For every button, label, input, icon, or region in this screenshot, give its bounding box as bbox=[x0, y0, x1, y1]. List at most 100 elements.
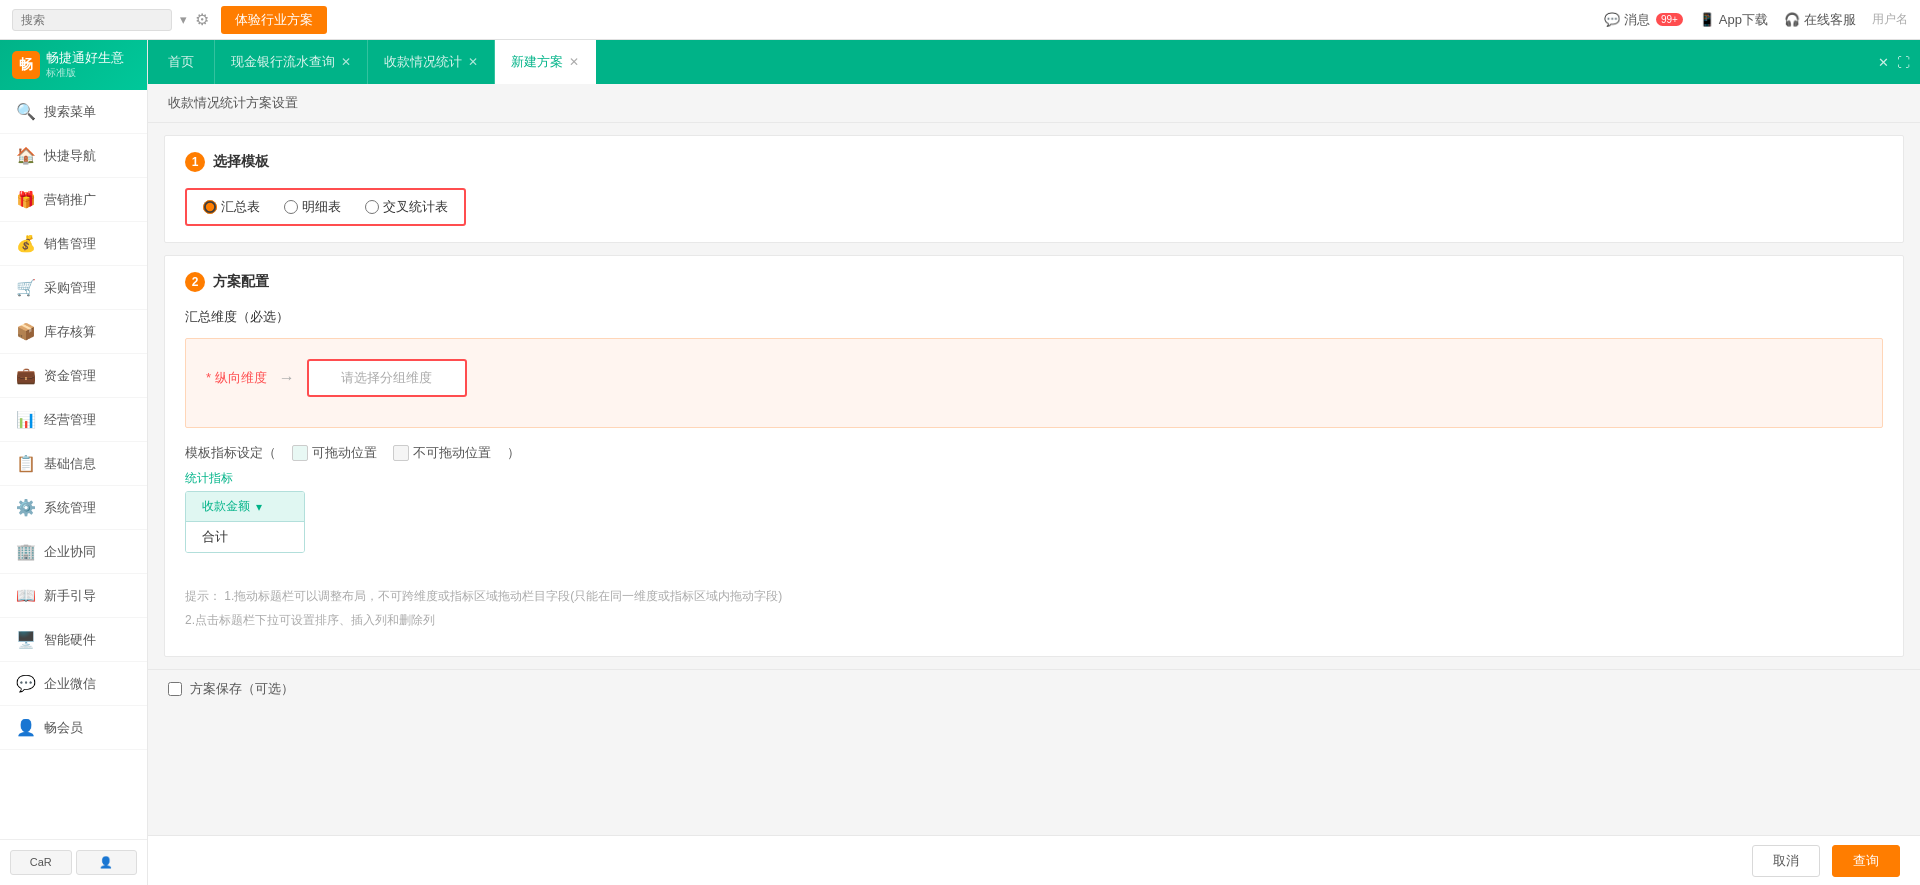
stat-label: 统计指标 bbox=[185, 470, 305, 487]
sidebar-item-hardware[interactable]: 🖥️ 智能硬件 bbox=[0, 618, 147, 662]
tab-bar: 首页 现金银行流水查询 ✕ 收款情况统计 ✕ 新建方案 ✕ ✕ ⛶ bbox=[148, 40, 1920, 84]
step1-number: 1 bbox=[185, 152, 205, 172]
tab-collection[interactable]: 收款情况统计 ✕ bbox=[368, 40, 495, 84]
tab-newplan[interactable]: 新建方案 ✕ bbox=[495, 40, 596, 84]
sidebar-footer-btn1[interactable]: CaR bbox=[10, 850, 72, 875]
sidebar-label-marketing: 营销推广 bbox=[44, 191, 96, 209]
draggable-toggle[interactable]: 可拖动位置 bbox=[292, 444, 377, 462]
sidebar-item-operation[interactable]: 📊 经营管理 bbox=[0, 398, 147, 442]
sidebar-label-search: 搜索菜单 bbox=[44, 103, 96, 121]
sidebar-label-basic: 基础信息 bbox=[44, 455, 96, 473]
save-checkbox[interactable] bbox=[168, 682, 182, 696]
indicators-table: 收款金额 ▾ 合计 bbox=[185, 491, 305, 553]
step1-title: 选择模板 bbox=[213, 153, 269, 171]
dimension-row: * 纵向维度 → 请选择分组维度 bbox=[206, 359, 1862, 397]
tab-newplan-close[interactable]: ✕ bbox=[569, 55, 579, 69]
money-icon: 💰 bbox=[16, 234, 36, 253]
query-button[interactable]: 查询 bbox=[1832, 845, 1900, 877]
radio-summary[interactable]: 汇总表 bbox=[203, 198, 260, 216]
sidebar-item-sales[interactable]: 💰 销售管理 bbox=[0, 222, 147, 266]
sidebar-label-corp: 企业协同 bbox=[44, 543, 96, 561]
gear-icon[interactable]: ⚙ bbox=[195, 10, 209, 29]
sidebar-item-wechat[interactable]: 💬 企业微信 bbox=[0, 662, 147, 706]
book-icon: 📖 bbox=[16, 586, 36, 605]
tips-section: 提示： 1.拖动标题栏可以调整布局，不可跨维度或指标区域拖动栏目字段(只能在同一… bbox=[185, 576, 1883, 640]
message-icon: 💬 bbox=[1604, 12, 1620, 27]
user-name: 用户名 bbox=[1872, 11, 1908, 28]
sidebar-label-system: 系统管理 bbox=[44, 499, 96, 517]
gift-icon: 🎁 bbox=[16, 190, 36, 209]
monitor-icon: 🖥️ bbox=[16, 630, 36, 649]
sidebar-footer-btn2[interactable]: 👤 bbox=[76, 850, 138, 875]
sidebar-item-guide[interactable]: 📖 新手引导 bbox=[0, 574, 147, 618]
radio-detail-label: 明细表 bbox=[302, 198, 341, 216]
logo-area: 畅 畅捷通好生意 标准版 bbox=[0, 40, 147, 90]
dimension-title: 汇总维度（必选） bbox=[185, 308, 1883, 326]
draggable-label: 可拖动位置 bbox=[312, 444, 377, 462]
cancel-button[interactable]: 取消 bbox=[1752, 845, 1820, 877]
radio-detail[interactable]: 明细表 bbox=[284, 198, 341, 216]
sidebar-label-purchase: 采购管理 bbox=[44, 279, 96, 297]
stat-label-col: 统计指标 收款金额 ▾ 合计 bbox=[185, 470, 305, 556]
indicators-section: 模板指标设定（ 可拖动位置 不可拖动位置 ） bbox=[185, 444, 1883, 640]
chart-icon: 📊 bbox=[16, 410, 36, 429]
tab-maximize-icon[interactable]: ⛶ bbox=[1897, 55, 1910, 70]
sidebar-item-marketing[interactable]: 🎁 营销推广 bbox=[0, 178, 147, 222]
top-bar-right: 💬 消息 99+ 📱 App下载 🎧 在线客服 用户名 bbox=[1604, 11, 1908, 29]
bottom-bar: 取消 查询 bbox=[148, 835, 1920, 885]
cart-icon: 🛒 bbox=[16, 278, 36, 297]
tab-cashflow-close[interactable]: ✕ bbox=[341, 55, 351, 69]
draggable-box bbox=[292, 445, 308, 461]
download-btn[interactable]: 📱 App下载 bbox=[1699, 11, 1768, 29]
sidebar-label-finance: 资金管理 bbox=[44, 367, 96, 385]
step2-title: 方案配置 bbox=[213, 273, 269, 291]
sidebar-item-inventory[interactable]: 📦 库存核算 bbox=[0, 310, 147, 354]
logo-subtitle: 标准版 bbox=[46, 66, 124, 80]
content-area: 首页 现金银行流水查询 ✕ 收款情况统计 ✕ 新建方案 ✕ ✕ ⛶ 收款情况统计… bbox=[148, 40, 1920, 885]
step1-header: 1 选择模板 bbox=[185, 152, 1883, 172]
sidebar-label-wechat: 企业微信 bbox=[44, 675, 96, 693]
sidebar-label-hardware: 智能硬件 bbox=[44, 631, 96, 649]
radio-cross-input[interactable] bbox=[365, 200, 379, 214]
radio-detail-input[interactable] bbox=[284, 200, 298, 214]
sidebar-item-corp[interactable]: 🏢 企业协同 bbox=[0, 530, 147, 574]
vertical-label: * 纵向维度 bbox=[206, 369, 267, 387]
search-input[interactable] bbox=[12, 9, 172, 31]
sidebar-item-member[interactable]: 👤 畅会员 bbox=[0, 706, 147, 750]
sidebar-footer: CaR 👤 bbox=[0, 839, 147, 885]
page-title: 收款情况统计方案设置 bbox=[148, 84, 1920, 123]
radio-cross[interactable]: 交叉统计表 bbox=[365, 198, 448, 216]
sidebar-item-purchase[interactable]: 🛒 采购管理 bbox=[0, 266, 147, 310]
tab-cashflow-label: 现金银行流水查询 bbox=[231, 53, 335, 71]
radio-summary-input[interactable] bbox=[203, 200, 217, 214]
dropdown-indicator-icon[interactable]: ▾ bbox=[256, 500, 262, 514]
box-icon: 📦 bbox=[16, 322, 36, 341]
save-label: 方案保存（可选） bbox=[190, 680, 294, 698]
sidebar-item-quicknav[interactable]: 🏠 快捷导航 bbox=[0, 134, 147, 178]
tab-collection-label: 收款情况统计 bbox=[384, 53, 462, 71]
tab-collection-close[interactable]: ✕ bbox=[468, 55, 478, 69]
dropdown-arrow-icon[interactable]: ▾ bbox=[180, 12, 187, 27]
sidebar-item-basic[interactable]: 📋 基础信息 bbox=[0, 442, 147, 486]
step1-section: 1 选择模板 汇总表 明细表 交叉统计表 bbox=[164, 135, 1904, 243]
sidebar-label-operation: 经营管理 bbox=[44, 411, 96, 429]
industry-btn[interactable]: 体验行业方案 bbox=[221, 6, 327, 34]
service-btn[interactable]: 🎧 在线客服 bbox=[1784, 11, 1856, 29]
tip-1: 提示： 1.拖动标题栏可以调整布局，不可跨维度或指标区域拖动栏目字段(只能在同一… bbox=[185, 584, 1883, 608]
indicators-header-text: 模板指标设定（ bbox=[185, 444, 276, 462]
sidebar-item-finance[interactable]: 💼 资金管理 bbox=[0, 354, 147, 398]
tab-home[interactable]: 首页 bbox=[148, 40, 215, 84]
sidebar-label-quicknav: 快捷导航 bbox=[44, 147, 96, 165]
tab-close-all-icon[interactable]: ✕ bbox=[1878, 55, 1889, 70]
tab-cashflow[interactable]: 现金银行流水查询 ✕ bbox=[215, 40, 368, 84]
headset-icon: 🎧 bbox=[1784, 12, 1800, 27]
list-icon: 📋 bbox=[16, 454, 36, 473]
message-btn[interactable]: 💬 消息 99+ bbox=[1604, 11, 1683, 29]
sidebar-label-member: 畅会员 bbox=[44, 719, 83, 737]
non-draggable-toggle[interactable]: 不可拖动位置 bbox=[393, 444, 491, 462]
tip-2: 2.点击标题栏下拉可设置排序、插入列和删除列 bbox=[185, 608, 1883, 632]
dimension-select[interactable]: 请选择分组维度 bbox=[307, 359, 467, 397]
sidebar-item-system[interactable]: ⚙️ 系统管理 bbox=[0, 486, 147, 530]
sidebar-item-search[interactable]: 🔍 搜索菜单 bbox=[0, 90, 147, 134]
chat-icon: 💬 bbox=[16, 674, 36, 693]
